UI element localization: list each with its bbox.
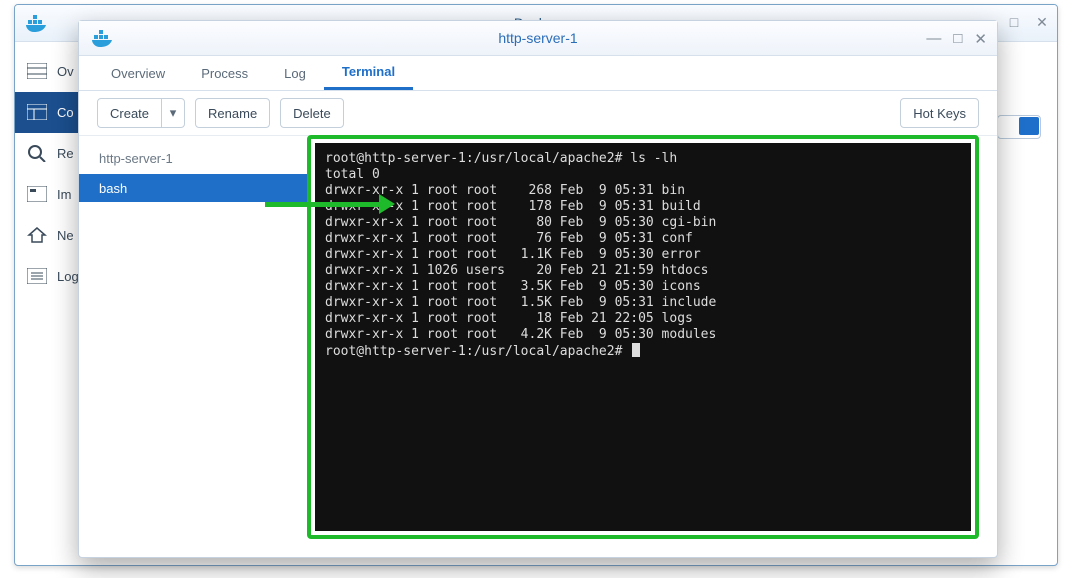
terminal-window: http-server-1 — □ ✕ OverviewProcessLogTe… [78,20,998,558]
sidebar-item-label: Ov [57,64,74,79]
network-icon [27,225,47,245]
terminal-titlebar[interactable]: http-server-1 — □ ✕ [79,21,997,56]
grid-icon [27,61,47,81]
maximize-icon[interactable]: □ [1007,15,1021,29]
terminal-cursor [632,343,640,357]
tab-overview[interactable]: Overview [93,56,183,90]
image-icon [27,184,47,204]
window-title: http-server-1 [79,30,997,46]
tab-process[interactable]: Process [183,56,266,90]
session-list: http-server-1 bash [79,135,307,557]
create-button[interactable]: Create ▾ [97,98,185,128]
sidebar-item-label: Re [57,146,74,161]
session-item-bash[interactable]: bash [79,174,307,202]
container-toggle[interactable] [997,115,1041,139]
maximize-icon[interactable]: □ [953,30,962,48]
container-name-label: http-server-1 [79,143,307,174]
close-icon[interactable]: ✕ [974,30,987,48]
terminal-output[interactable]: root@http-server-1:/usr/local/apache2# l… [315,143,971,531]
tab-terminal[interactable]: Terminal [324,56,413,90]
list-icon [27,102,47,122]
docker-logo-icon [25,13,51,33]
rename-button-label: Rename [208,106,257,121]
filter-dropdown[interactable] [991,73,1041,99]
sidebar-item-label: Im [57,187,71,202]
hotkeys-button-label: Hot Keys [913,106,966,121]
minimize-icon[interactable]: — [926,30,941,48]
sidebar-item-label: Log [57,269,79,284]
delete-button[interactable]: Delete [280,98,344,128]
sidebar-item-label: Co [57,105,74,120]
create-button-label: Create [98,106,161,121]
terminal-highlight: root@http-server-1:/usr/local/apache2# l… [307,135,979,539]
rename-button[interactable]: Rename [195,98,270,128]
delete-button-label: Delete [293,106,331,121]
docker-logo-icon [91,28,117,48]
tab-log[interactable]: Log [266,56,324,90]
sidebar-item-label: Ne [57,228,74,243]
search-icon [27,143,47,163]
log-icon [27,266,47,286]
close-icon[interactable]: ✕ [1035,15,1049,29]
hotkeys-button[interactable]: Hot Keys [900,98,979,128]
toolbar: Create ▾ Rename Delete Hot Keys [79,91,997,136]
tabbar: OverviewProcessLogTerminal [79,56,997,91]
chevron-down-icon[interactable]: ▾ [161,99,184,127]
